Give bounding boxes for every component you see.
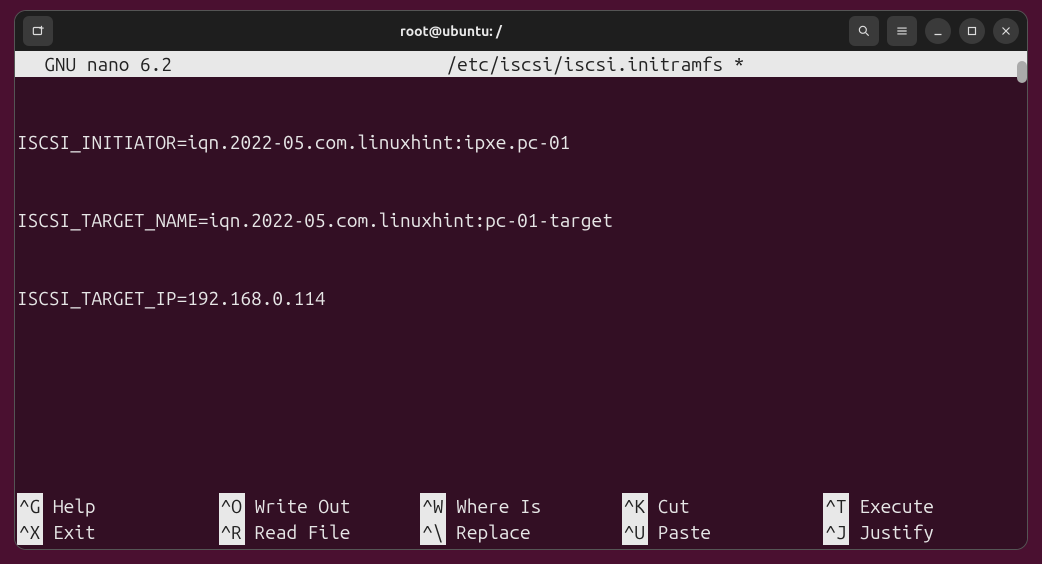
shortcut-paste[interactable]: ^U Paste <box>622 519 824 545</box>
shortcut-label: Help <box>53 493 96 519</box>
nano-header: GNU nano 6.2 /etc/iscsi/iscsi.initramfs … <box>15 51 1027 77</box>
shortcut-row: ^X Exit ^R Read File ^\ Replace ^U Paste… <box>17 519 1025 545</box>
editor-line: ISCSI_TARGET_IP=192.168.0.114 <box>17 285 1025 311</box>
shortcut-writeout[interactable]: ^O Write Out <box>219 493 421 519</box>
shortcut-label: Where Is <box>456 493 541 519</box>
terminal-area[interactable]: GNU nano 6.2 /etc/iscsi/iscsi.initramfs … <box>15 51 1027 549</box>
shortcut-key: ^O <box>219 493 245 519</box>
scrollbar[interactable] <box>1017 51 1027 549</box>
shortcut-key: ^R <box>219 519 245 545</box>
shortcut-key: ^U <box>622 519 648 545</box>
minimize-icon <box>931 24 945 38</box>
shortcut-cut[interactable]: ^K Cut <box>622 493 824 519</box>
new-tab-icon <box>31 24 45 38</box>
nano-app-label: GNU nano 6.2 <box>23 51 172 77</box>
shortcut-key: ^K <box>622 493 648 519</box>
search-button[interactable] <box>849 16 879 46</box>
editor-line: ISCSI_INITIATOR=iqn.2022-05.com.linuxhin… <box>17 129 1025 155</box>
close-icon <box>999 24 1013 38</box>
shortcut-execute[interactable]: ^T Execute <box>823 493 1025 519</box>
maximize-icon <box>965 24 979 38</box>
new-tab-button[interactable] <box>23 16 53 46</box>
shortcut-key: ^\ <box>420 519 446 545</box>
shortcut-key: ^W <box>420 493 446 519</box>
shortcut-label: Paste <box>658 519 711 545</box>
scrollbar-thumb[interactable] <box>1017 61 1027 83</box>
minimize-button[interactable] <box>925 18 951 44</box>
shortcut-key: ^T <box>823 493 849 519</box>
shortcut-key: ^X <box>17 519 43 545</box>
shortcut-exit[interactable]: ^X Exit <box>17 519 219 545</box>
shortcut-justify[interactable]: ^J Justify <box>823 519 1025 545</box>
editor-line: ISCSI_TARGET_NAME=iqn.2022-05.com.linuxh… <box>17 207 1025 233</box>
maximize-button[interactable] <box>959 18 985 44</box>
nano-file-label: /etc/iscsi/iscsi.initramfs * <box>172 51 1019 77</box>
shortcut-label: Read File <box>255 519 351 545</box>
search-icon <box>857 24 871 38</box>
shortcut-label: Cut <box>658 493 690 519</box>
shortcut-label: Justify <box>859 519 933 545</box>
shortcut-label: Execute <box>859 493 933 519</box>
shortcut-label: Replace <box>456 519 530 545</box>
shortcut-label: Write Out <box>255 493 351 519</box>
shortcut-row: ^G Help ^O Write Out ^W Where Is ^K Cut … <box>17 493 1025 519</box>
titlebar: root@ubuntu: / <box>15 11 1027 51</box>
nano-editor-body[interactable]: ISCSI_INITIATOR=iqn.2022-05.com.linuxhin… <box>15 77 1027 493</box>
shortcut-readfile[interactable]: ^R Read File <box>219 519 421 545</box>
window-title: root@ubuntu: / <box>61 23 841 39</box>
shortcut-help[interactable]: ^G Help <box>17 493 219 519</box>
terminal-window: root@ubuntu: / GNU nano 6.2 /etc/iscsi/i… <box>14 10 1028 550</box>
shortcut-replace[interactable]: ^\ Replace <box>420 519 622 545</box>
shortcut-key: ^J <box>823 519 849 545</box>
hamburger-icon <box>895 24 909 38</box>
shortcut-key: ^G <box>17 493 43 519</box>
menu-button[interactable] <box>887 16 917 46</box>
nano-shortcut-bar: ^G Help ^O Write Out ^W Where Is ^K Cut … <box>15 493 1027 549</box>
shortcut-label: Exit <box>53 519 96 545</box>
shortcut-whereis[interactable]: ^W Where Is <box>420 493 622 519</box>
close-button[interactable] <box>993 18 1019 44</box>
